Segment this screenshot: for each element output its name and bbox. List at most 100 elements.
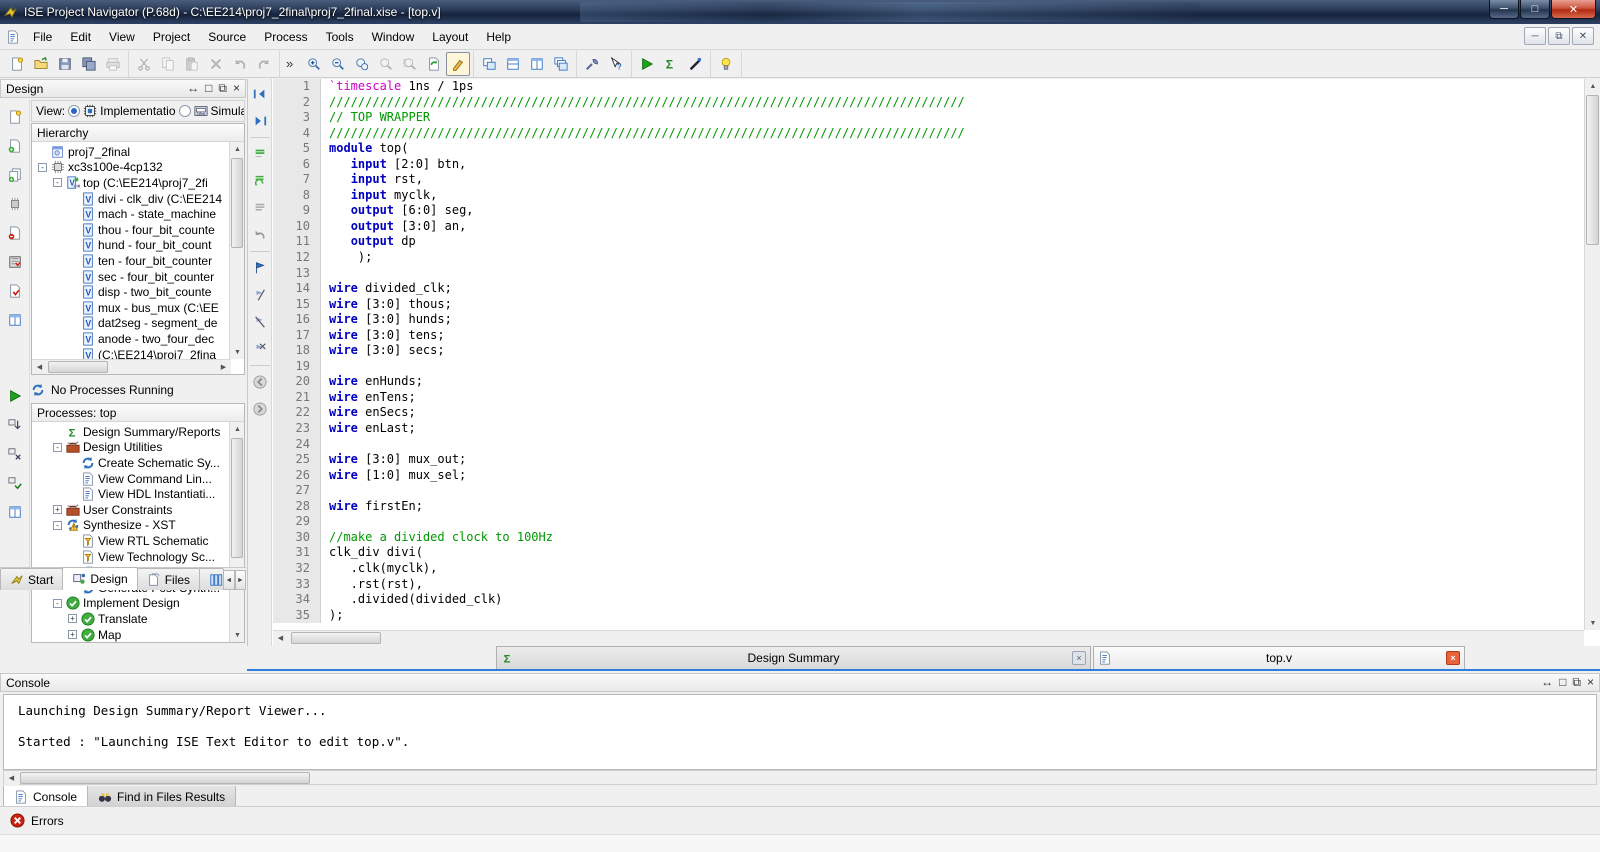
tab-libraries-partial[interactable] — [199, 568, 225, 590]
scroll-thumb[interactable] — [20, 772, 310, 784]
snippet-play-button[interactable] — [249, 170, 271, 192]
zoom-out-button[interactable] — [326, 52, 350, 76]
run-process-button[interactable] — [635, 52, 659, 76]
implementation-label[interactable]: Implementatio — [100, 104, 175, 118]
mdi-restore-button[interactable]: ⧉ — [1548, 27, 1570, 45]
hierarchy-item[interactable]: Vsec - four_bit_counter — [32, 269, 244, 285]
add-source-button[interactable] — [4, 135, 26, 157]
menu-tools[interactable]: Tools — [318, 26, 362, 48]
code-line[interactable]: 23 wire enLast; — [273, 421, 1584, 437]
code-area[interactable]: 1 `timescale 1ns / 1ps 2 //////////////////… — [273, 79, 1584, 630]
new-document-button[interactable] — [5, 52, 29, 76]
hierarchy-item[interactable]: Vmux - bus_mux (C:\EE — [32, 300, 244, 316]
code-line[interactable]: 29 — [273, 514, 1584, 530]
code-line[interactable]: 7 input rst, — [273, 172, 1584, 188]
process-item[interactable]: View Technology Sc... — [32, 549, 244, 565]
create-symbol-button[interactable] — [4, 193, 26, 215]
shift-left-button[interactable] — [249, 83, 271, 105]
close-panel-icon[interactable]: × — [1587, 675, 1594, 690]
menu-edit[interactable]: Edit — [62, 26, 99, 48]
code-line[interactable]: 14 wire divided_clk; — [273, 281, 1584, 297]
process-item[interactable]: - Implement Design — [32, 596, 244, 612]
bookmark-toggle-button[interactable] — [249, 257, 271, 279]
process-item[interactable]: Σ Design Summary/Reports — [32, 424, 244, 440]
hierarchy-vscrollbar[interactable]: ▲ ▼ — [229, 142, 244, 359]
scroll-up-icon[interactable]: ▲ — [1585, 79, 1600, 93]
tip-lightbulb-button[interactable] — [714, 52, 738, 76]
scroll-left-icon[interactable]: ◀ — [4, 771, 19, 785]
scroll-right-icon[interactable]: ▶ — [216, 360, 231, 374]
tree-expander-plus[interactable]: + — [68, 630, 77, 640]
close-button[interactable]: ✕ — [1551, 0, 1596, 19]
bookmark-clear-button[interactable] — [249, 338, 271, 360]
tile-horizontal-button[interactable] — [501, 52, 525, 76]
menu-project[interactable]: Project — [145, 26, 198, 48]
code-line[interactable]: 5 module top( — [273, 141, 1584, 157]
code-line[interactable]: 32 .clk(myclk), — [273, 560, 1584, 577]
process-item[interactable]: + Map — [32, 627, 244, 642]
tab-files[interactable]: Files — [136, 568, 201, 590]
mdi-document-icon[interactable] — [6, 29, 20, 44]
tab-design[interactable]: Design — [62, 567, 138, 590]
menu-source[interactable]: Source — [200, 26, 254, 48]
process-item[interactable]: + User Constraints — [32, 502, 244, 518]
process-item[interactable]: View Command Lin... — [32, 471, 244, 487]
tab-console[interactable]: Console — [3, 786, 89, 808]
tab-top-v[interactable]: top.v × — [1093, 646, 1465, 669]
analyze-button[interactable] — [683, 52, 707, 76]
maximize-panel-icon[interactable]: □ — [1559, 675, 1566, 690]
code-line[interactable]: 15 wire [3:0] thous; — [273, 296, 1584, 313]
code-line[interactable]: 9 output [6:0] seg, — [273, 203, 1584, 219]
tab-find-in-files-results[interactable]: Find in Files Results — [87, 786, 237, 808]
code-line[interactable]: 20 wire enHunds; — [273, 374, 1584, 390]
scroll-down-icon[interactable]: ▼ — [1585, 616, 1600, 630]
mdi-close-button[interactable]: ✕ — [1572, 27, 1594, 45]
context-help-button[interactable]: ? — [604, 52, 628, 76]
tab-scroll-left-button[interactable]: ◄ — [223, 570, 235, 590]
design-summary-button[interactable]: Σ — [659, 52, 683, 76]
tab-design-summary[interactable]: Σ Design Summary × — [496, 646, 1091, 669]
console-output[interactable]: Launching Design Summary/Report Viewer..… — [3, 694, 1597, 770]
hierarchy-item[interactable]: - Vtop (C:\EE214\proj7_2fi — [32, 175, 244, 191]
scroll-up-icon[interactable]: ▲ — [230, 422, 244, 436]
undo-grey-button[interactable] — [249, 224, 271, 246]
errors-label[interactable]: Errors — [31, 814, 64, 828]
rerun-all-button[interactable] — [4, 472, 26, 494]
menu-help[interactable]: Help — [478, 26, 519, 48]
editor-vscrollbar[interactable]: ▲ ▼ — [1584, 79, 1600, 630]
scroll-thumb[interactable] — [231, 158, 243, 248]
menu-layout[interactable]: Layout — [424, 26, 476, 48]
scroll-left-icon[interactable]: ◀ — [32, 360, 47, 374]
code-line[interactable]: 1 `timescale 1ns / 1ps — [273, 79, 1584, 95]
code-line[interactable]: 25 wire [3:0] mux_out; — [273, 452, 1584, 468]
scroll-thumb[interactable] — [231, 438, 243, 558]
code-line[interactable]: 2 ///////////////////////////////////////… — [273, 94, 1584, 111]
toolbar-overflow-button[interactable]: » — [280, 56, 299, 71]
scroll-thumb[interactable] — [48, 361, 108, 373]
tab-start[interactable]: Start — [0, 568, 64, 590]
code-line[interactable]: 8 input myclk, — [273, 187, 1584, 204]
process-item[interactable]: Create Schematic Sy... — [32, 455, 244, 471]
tab-scroll-right-button[interactable]: ► — [234, 570, 246, 590]
toggle-columns2-button[interactable] — [4, 501, 26, 523]
menu-window[interactable]: Window — [364, 26, 423, 48]
new-source-button[interactable] — [4, 106, 26, 128]
editor-hscrollbar[interactable]: ◀ — [273, 630, 1584, 646]
hierarchy-item[interactable]: Vmach - state_machine — [32, 206, 244, 222]
code-line[interactable]: 27 — [273, 483, 1584, 499]
hierarchy-item[interactable]: Vten - four_bit_counter — [32, 253, 244, 269]
processes-vscrollbar[interactable]: ▲ ▼ — [229, 422, 244, 642]
bookmark-prev-button[interactable] — [249, 311, 271, 333]
code-line[interactable]: 11 output dp — [273, 234, 1584, 251]
run-process-strip-button[interactable] — [4, 385, 26, 407]
save-all-button[interactable] — [77, 52, 101, 76]
hierarchy-item[interactable]: proj7_2final — [32, 144, 244, 160]
process-item[interactable]: View HDL Instantiati... — [32, 486, 244, 502]
scroll-thumb[interactable] — [1586, 95, 1599, 245]
code-line[interactable]: 16 wire [3:0] hunds; — [273, 312, 1584, 328]
toggle-columns-button[interactable] — [4, 309, 26, 331]
console-hscrollbar[interactable]: ◀ — [3, 770, 1597, 785]
rerun-process-button[interactable] — [4, 414, 26, 436]
hierarchy-item[interactable]: Vthou - four_bit_counte — [32, 222, 244, 238]
code-line[interactable]: 26 wire [1:0] mux_sel; — [273, 467, 1584, 484]
